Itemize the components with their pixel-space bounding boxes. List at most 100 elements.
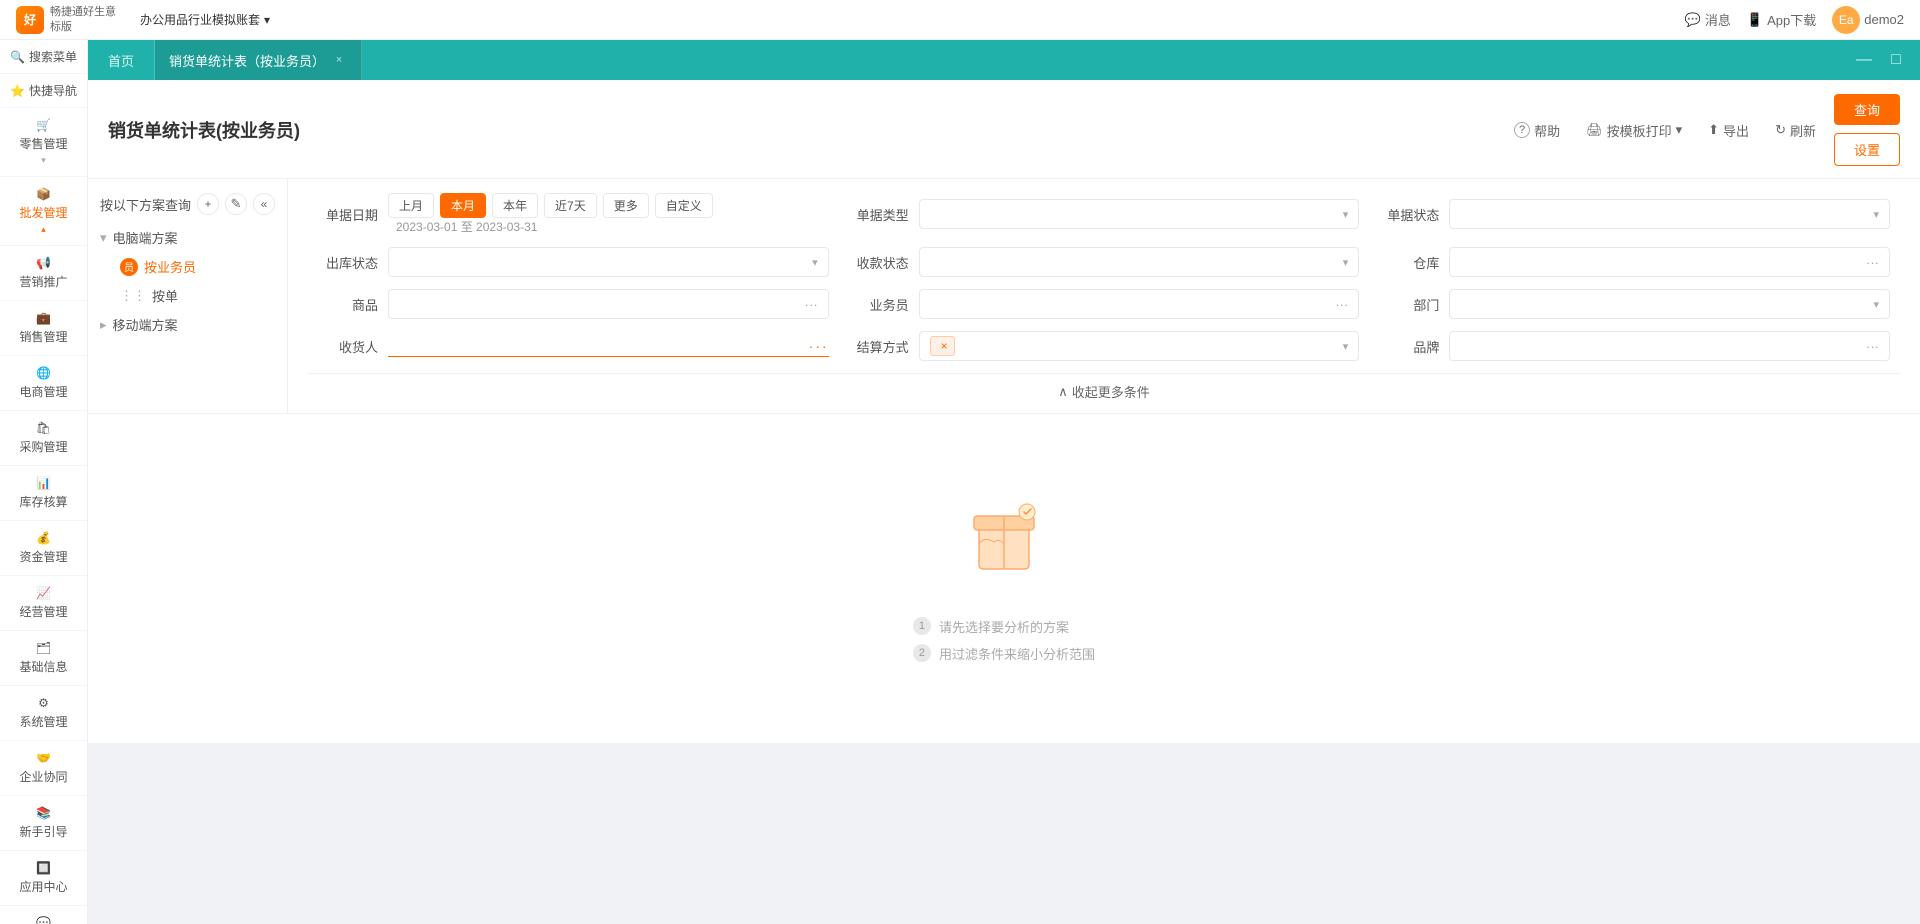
print-chevron-icon: ▾ xyxy=(1676,122,1683,138)
sidebar-item-ecommerce[interactable]: 🌐 电商管理 xyxy=(0,356,87,411)
message-button[interactable]: 💬 消息 xyxy=(1685,10,1731,29)
sidebar-item-marketing[interactable]: 📢 营销推广 xyxy=(0,246,87,301)
print-button[interactable]: 🖨 按模板打印 ▾ xyxy=(1578,117,1690,144)
tree-parent-pc[interactable]: ▾ 电脑端方案 xyxy=(88,223,287,252)
sidebar-item-sales[interactable]: 💼 销售管理 xyxy=(0,301,87,356)
staff-dots-icon: ··· xyxy=(1335,297,1348,312)
help-icon: ? xyxy=(1514,122,1530,138)
collapse-left-panel-button[interactable]: « xyxy=(253,193,275,215)
retail-icon: 🛒 xyxy=(36,118,51,132)
sidebar-item-wholesale[interactable]: 📦 批发管理 ▴ xyxy=(0,177,87,246)
date-btn-last-month[interactable]: 上月 xyxy=(388,193,434,218)
payment-method-select[interactable]: × ▾ xyxy=(919,331,1360,361)
search-icon: 🔍 xyxy=(10,50,25,64)
payment-method-field: 结算方式 × xyxy=(839,331,1370,361)
page-title: 销货单统计表(按业务员) xyxy=(108,117,300,143)
sidebar-item-wechat[interactable]: 💬 企业微信 xyxy=(0,906,87,924)
consignee-input[interactable]: ··· xyxy=(388,336,829,357)
collapse-filters-button[interactable]: ∧ 收起更多条件 xyxy=(308,373,1900,409)
nav-selector[interactable]: 办公用品行业模拟账套 ▾ xyxy=(140,11,270,28)
tab-home[interactable]: 首页 xyxy=(88,40,155,80)
pay-status-field: 收款状态 ▾ xyxy=(839,247,1370,277)
doc-type-label: 单据类型 xyxy=(839,205,919,224)
tree-item-by-order[interactable]: ⋮⋮ 按单 xyxy=(88,281,287,310)
tree-item-by-staff[interactable]: 员 按业务员 xyxy=(88,252,287,281)
edit-scheme-button[interactable]: ✎ xyxy=(225,193,247,215)
empty-state-icon xyxy=(959,494,1049,601)
avatar: Ea xyxy=(1832,6,1860,34)
sidebar-item-purchase[interactable]: 🛍 采购管理 xyxy=(0,411,87,466)
sidebar-item-system[interactable]: ⚙ 系统管理 xyxy=(0,686,87,741)
out-status-select[interactable]: ▾ xyxy=(388,247,829,277)
empty-tip-2: 2 用过滤条件来缩小分析范围 xyxy=(913,644,1095,663)
sidebar-item-finance[interactable]: 💰 资金管理 xyxy=(0,521,87,576)
sidebar-item-operations[interactable]: 📈 经营管理 xyxy=(0,576,87,631)
refresh-button[interactable]: ↻ 刷新 xyxy=(1767,117,1824,144)
goods-select[interactable]: ··· xyxy=(388,289,829,319)
department-arrow-icon: ▾ xyxy=(1873,298,1879,311)
left-panel: 按以下方案查询 + ✎ « ▾ 电脑端方案 xyxy=(88,179,288,413)
tab-close-button[interactable]: × xyxy=(331,52,347,68)
warehouse-dots-icon: ··· xyxy=(1866,255,1879,270)
app-download-icon: 📱 xyxy=(1747,12,1763,28)
payment-method-label: 结算方式 xyxy=(839,337,919,356)
warehouse-select[interactable]: ··· xyxy=(1449,247,1890,277)
doc-status-select[interactable]: ▾ xyxy=(1449,199,1890,229)
brand-select[interactable]: ··· xyxy=(1449,331,1890,361)
filter-section: 单据日期 上月 本月 本年 近7天 更多 自定义 xyxy=(288,179,1920,413)
export-icon: ⬆ xyxy=(1708,122,1719,138)
export-button[interactable]: ⬆ 导出 xyxy=(1700,117,1757,144)
date-btn-this-month[interactable]: 本月 xyxy=(440,193,486,218)
pay-status-arrow-icon: ▾ xyxy=(1343,256,1349,269)
order-scheme-icon: ⋮⋮ xyxy=(120,288,146,304)
sidebar-item-retail[interactable]: 🛒 零售管理 ▾ xyxy=(0,108,87,177)
sidebar-item-enterprise[interactable]: 🤝 企业协同 xyxy=(0,741,87,796)
ecommerce-icon: 🌐 xyxy=(36,366,51,380)
tab-active[interactable]: 销货单统计表（按业务员） × xyxy=(155,40,362,80)
help-button[interactable]: ? 帮助 xyxy=(1506,117,1568,144)
date-range-display: 2023-03-01 至 2023-03-31 xyxy=(396,218,829,235)
enterprise-icon: 🤝 xyxy=(36,751,51,765)
query-button[interactable]: 查询 xyxy=(1834,94,1900,125)
doc-status-arrow-icon: ▾ xyxy=(1873,208,1879,221)
wholesale-icon: 📦 xyxy=(36,187,51,201)
payment-arrow-icon: ▾ xyxy=(1343,340,1349,353)
tree-arrow-pc: ▾ xyxy=(100,230,107,246)
inventory-icon: 📊 xyxy=(36,476,51,490)
doc-type-field: 单据类型 ▾ xyxy=(839,193,1370,235)
doc-type-select[interactable]: ▾ xyxy=(919,199,1360,229)
settings-button[interactable]: 设置 xyxy=(1834,133,1900,166)
user-menu-button[interactable]: Ea demo2 xyxy=(1832,6,1904,34)
sidebar-item-inventory[interactable]: 📊 库存核算 xyxy=(0,466,87,521)
collapse-icon: ∧ xyxy=(1058,384,1068,400)
apps-icon: 🔲 xyxy=(36,861,51,875)
payment-method-tag: × xyxy=(930,336,955,356)
sidebar-item-newbie[interactable]: 📚 新手引导 xyxy=(0,796,87,851)
staff-scheme-icon: 员 xyxy=(120,258,138,276)
marketing-icon: 📢 xyxy=(36,256,51,270)
date-btn-custom[interactable]: 自定义 xyxy=(655,193,713,218)
refresh-icon: ↻ xyxy=(1775,122,1786,138)
logo-icon: 好 xyxy=(16,6,44,34)
pay-status-select[interactable]: ▾ xyxy=(919,247,1360,277)
date-btn-last7days[interactable]: 近7天 xyxy=(544,193,597,218)
sidebar-item-basic[interactable]: 🗂 基础信息 xyxy=(0,631,87,686)
goods-dots-icon: ··· xyxy=(805,297,818,312)
add-scheme-button[interactable]: + xyxy=(197,193,219,215)
sidebar-search-button[interactable]: 🔍 搜索菜单 xyxy=(0,40,87,74)
payment-method-tag-close[interactable]: × xyxy=(941,339,948,353)
print-icon: 🖨 xyxy=(1586,122,1603,138)
sidebar-quick-nav-button[interactable]: ⭐ 快捷导航 xyxy=(0,74,87,108)
tab-minimize-button[interactable]: — xyxy=(1852,48,1876,72)
date-btn-more[interactable]: 更多 xyxy=(603,193,649,218)
app-download-button[interactable]: 📱 App下载 xyxy=(1747,10,1816,29)
brand-dots-icon: ··· xyxy=(1866,339,1879,354)
staff-select[interactable]: ··· xyxy=(919,289,1360,319)
date-btn-this-year[interactable]: 本年 xyxy=(492,193,538,218)
department-select[interactable]: ▾ xyxy=(1449,289,1890,319)
sidebar-item-apps[interactable]: 🔲 应用中心 xyxy=(0,851,87,906)
tab-maximize-button[interactable]: □ xyxy=(1884,48,1908,72)
staff-field: 业务员 ··· xyxy=(839,289,1370,319)
tree-parent-mobile[interactable]: ▸ 移动端方案 xyxy=(88,310,287,339)
empty-tips: 1 请先选择要分析的方案 2 用过滤条件来缩小分析范围 xyxy=(913,617,1095,663)
